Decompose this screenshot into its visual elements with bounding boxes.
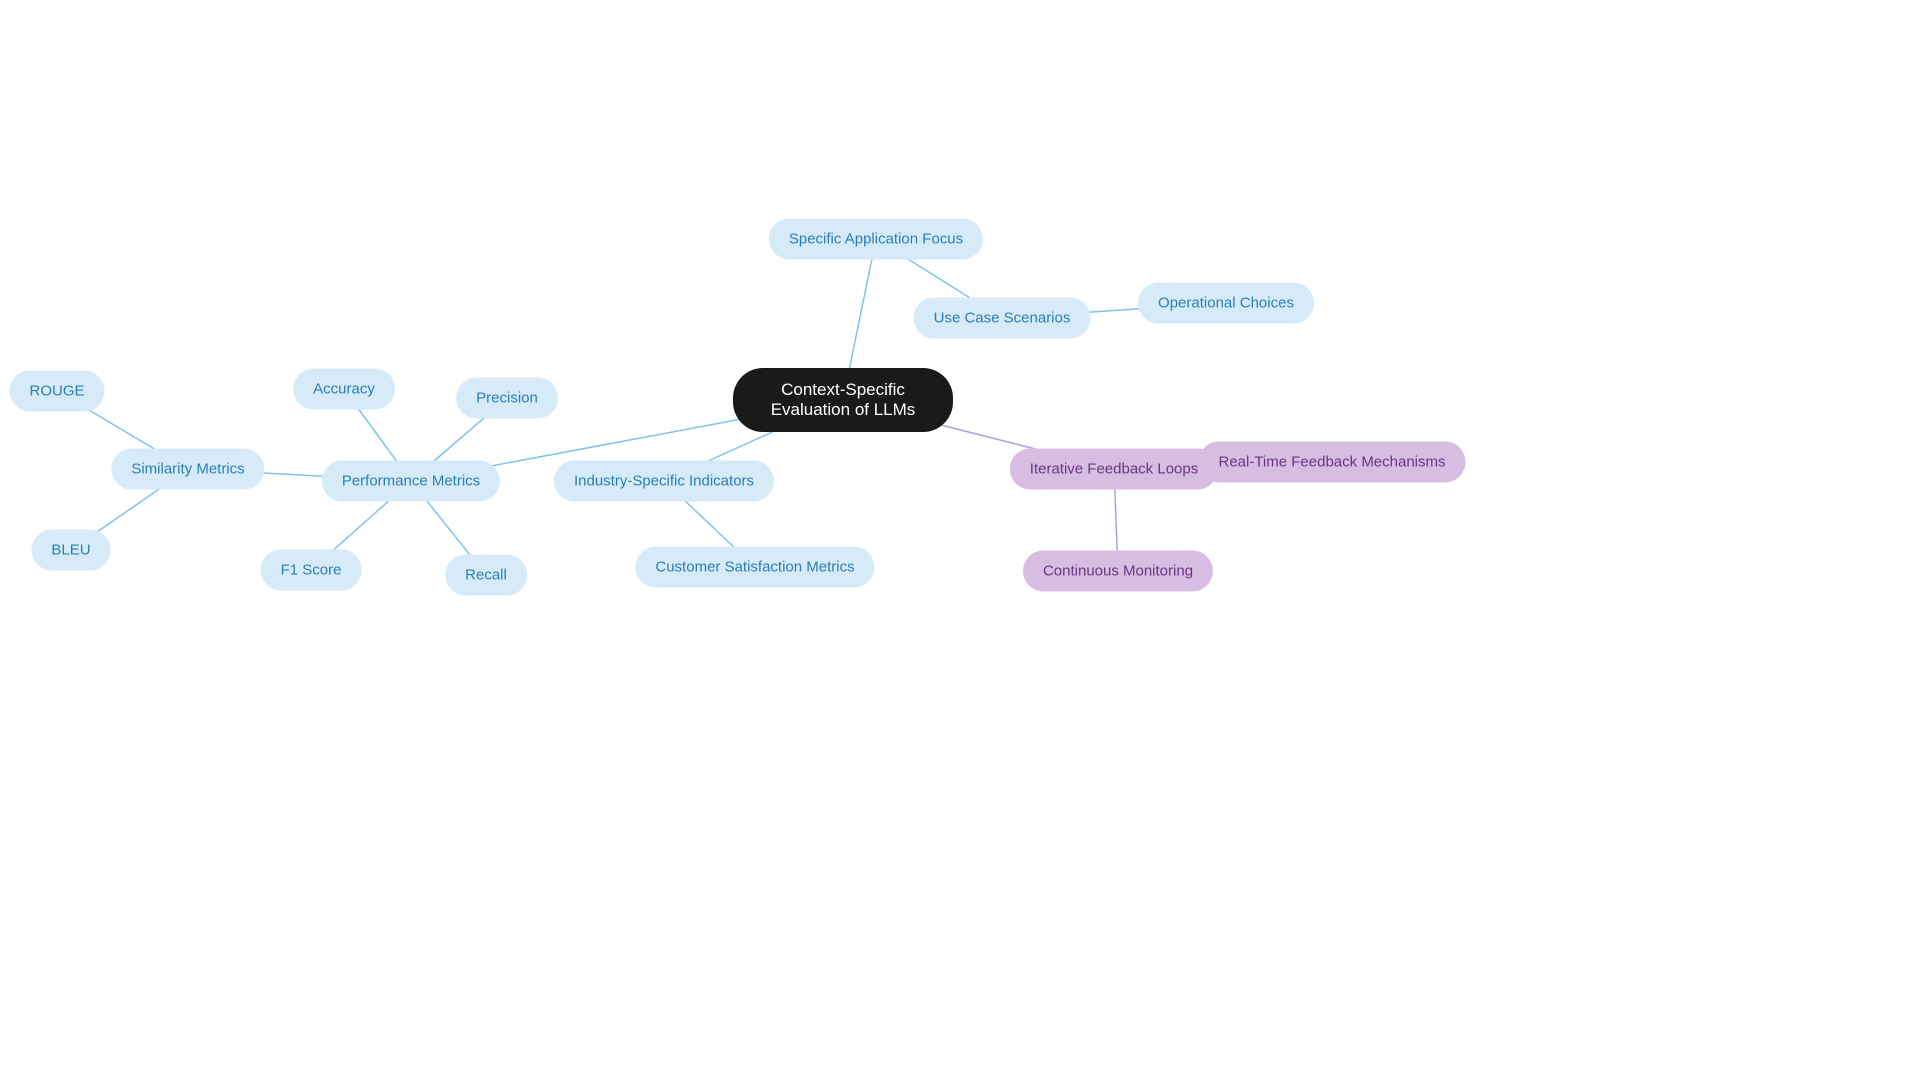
- node-rouge[interactable]: ROUGE: [9, 371, 104, 412]
- node-use_case_scenarios[interactable]: Use Case Scenarios: [914, 298, 1091, 339]
- node-similarity_metrics[interactable]: Similarity Metrics: [111, 449, 264, 490]
- node-specific_application_focus[interactable]: Specific Application Focus: [769, 219, 983, 260]
- node-industry_specific_indicators[interactable]: Industry-Specific Indicators: [554, 461, 774, 502]
- node-bleu[interactable]: BLEU: [31, 530, 110, 571]
- node-precision[interactable]: Precision: [456, 378, 558, 419]
- node-f1_score[interactable]: F1 Score: [261, 550, 362, 591]
- node-center[interactable]: Context-Specific Evaluation of LLMs: [733, 368, 953, 432]
- node-accuracy[interactable]: Accuracy: [293, 369, 395, 410]
- node-customer_satisfaction_metrics[interactable]: Customer Satisfaction Metrics: [635, 547, 874, 588]
- node-iterative_feedback_loops[interactable]: Iterative Feedback Loops: [1010, 449, 1218, 490]
- node-recall[interactable]: Recall: [445, 555, 527, 596]
- node-performance_metrics[interactable]: Performance Metrics: [322, 461, 500, 502]
- node-operational_choices[interactable]: Operational Choices: [1138, 283, 1314, 324]
- mind-map-canvas: Context-Specific Evaluation of LLMs Speci…: [0, 0, 1920, 1083]
- node-real_time_feedback[interactable]: Real-Time Feedback Mechanisms: [1198, 442, 1465, 483]
- node-continuous_monitoring[interactable]: Continuous Monitoring: [1023, 551, 1213, 592]
- connection-lines: [0, 0, 1920, 1083]
